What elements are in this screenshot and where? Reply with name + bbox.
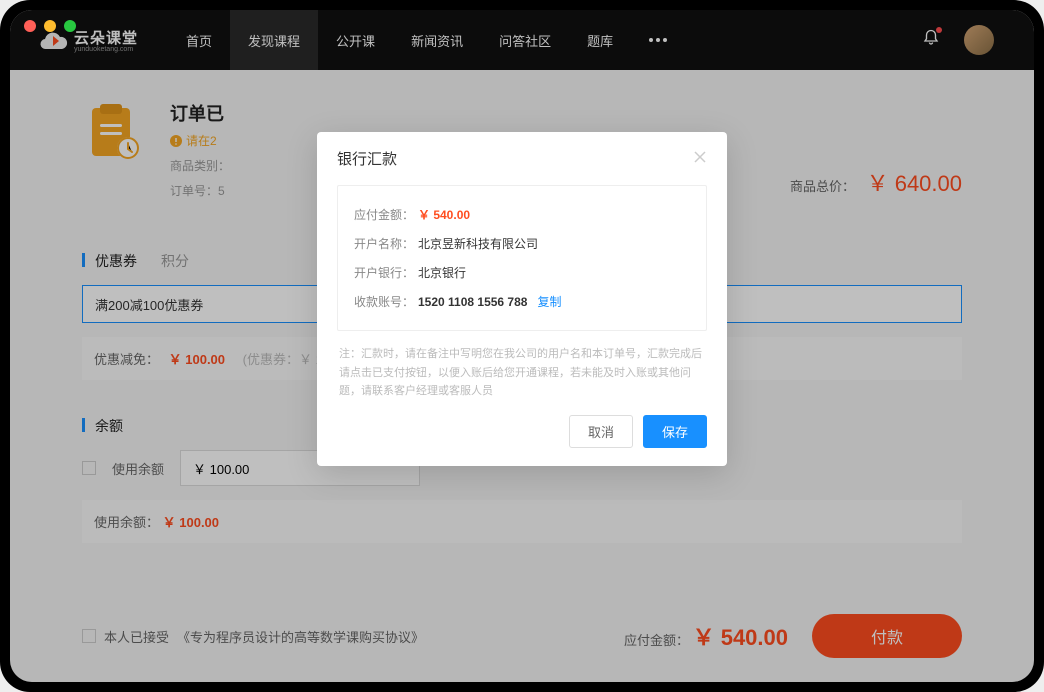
bank-info-box: 应付金额： ￥ 540.00 开户名称： 北京昱新科技有限公司 开户银行： 北京… (337, 185, 707, 331)
minimize-window[interactable] (44, 20, 56, 32)
save-button[interactable]: 保存 (643, 415, 707, 448)
close-icon (693, 150, 707, 164)
account-number-label: 收款账号： (354, 293, 418, 310)
account-name-value: 北京昱新科技有限公司 (418, 235, 538, 252)
bank-transfer-modal: 银行汇款 应付金额： ￥ 540.00 开户名称： 北京昱新科技有限公司 (317, 132, 727, 466)
amount-value: ￥ 540.00 (418, 206, 470, 223)
close-window[interactable] (24, 20, 36, 32)
modal-overlay[interactable]: 银行汇款 应付金额： ￥ 540.00 开户名称： 北京昱新科技有限公司 (10, 10, 1034, 682)
account-name-label: 开户名称： (354, 235, 418, 252)
modal-title: 银行汇款 (337, 148, 397, 169)
cancel-button[interactable]: 取消 (569, 415, 633, 448)
copy-button[interactable]: 复制 (537, 293, 561, 310)
bank-label: 开户银行： (354, 264, 418, 281)
maximize-window[interactable] (64, 20, 76, 32)
amount-label: 应付金额： (354, 206, 418, 223)
modal-note: 注：汇款时，请在备注中写明您在我公司的用户名和本订单号，汇款完成后请点击已支付按… (337, 331, 707, 415)
account-number-value: 1520 1108 1556 788 (418, 295, 527, 309)
window-controls (24, 20, 76, 32)
bank-value: 北京银行 (418, 264, 466, 281)
modal-close-button[interactable] (693, 148, 707, 169)
